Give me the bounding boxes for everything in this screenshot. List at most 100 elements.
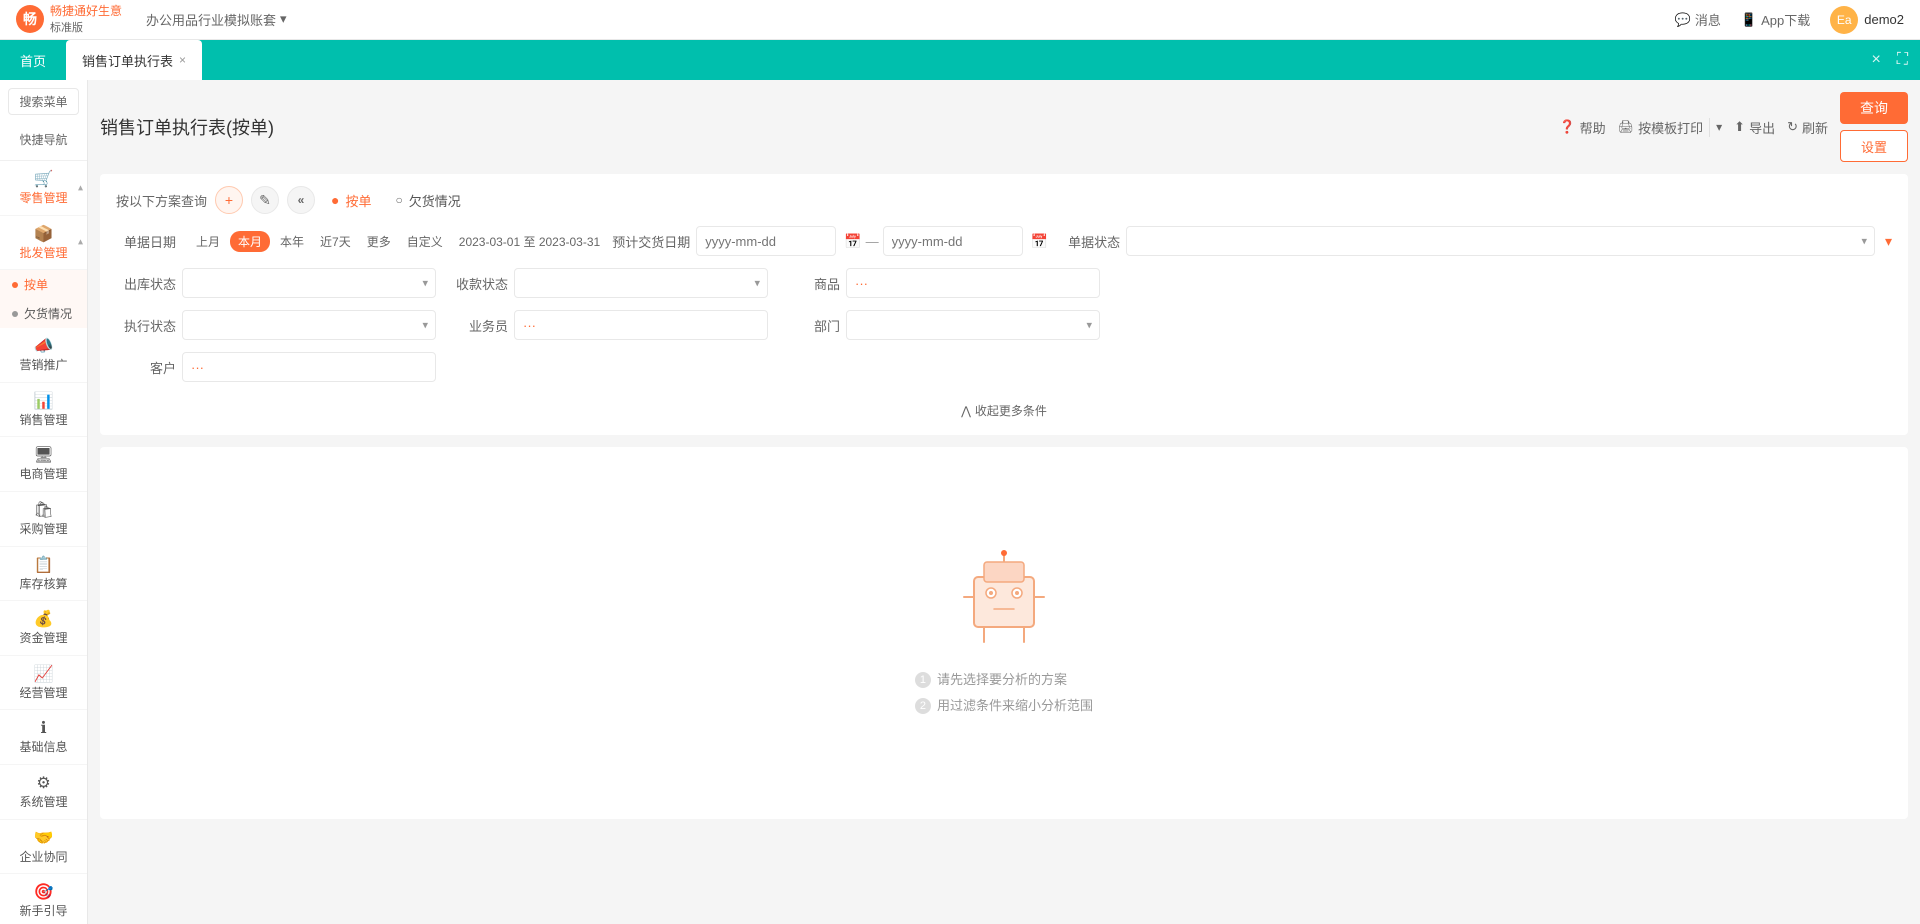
receive-status-label: 收款状态	[448, 274, 508, 293]
logo-area: 畅 畅捷通好生意 标准版	[16, 4, 122, 34]
customer-dots[interactable]: ···	[191, 360, 204, 375]
tab-home[interactable]: 首页	[0, 51, 66, 70]
close-window-btn[interactable]: ×	[1867, 47, 1884, 73]
quick-date-7days[interactable]: 近7天	[314, 231, 357, 252]
top-header: 畅 畅捷通好生意 标准版 办公用品行业模拟账套 ▾ 💬 消息 📱 App下载 E…	[0, 0, 1920, 40]
print-dropdown-btn[interactable]: ▾	[1710, 120, 1722, 134]
collapse-btn[interactable]: ⋀ 收起更多条件	[961, 402, 1047, 419]
sub-dot-owe	[12, 311, 18, 317]
sidebar-item-inventory[interactable]: 📋 库存核算	[0, 547, 87, 602]
inventory-icon: 📋	[34, 555, 54, 575]
quick-date-thismonth[interactable]: 本月	[230, 231, 270, 252]
scheme-item-owe[interactable]: ○ 欠货情况	[388, 187, 469, 214]
export-btn[interactable]: ⬆ 导出	[1734, 118, 1775, 137]
status-dropdown-icon: ▾	[1885, 233, 1892, 250]
quick-date-more[interactable]: 更多	[361, 231, 397, 252]
sidebar-item-guide[interactable]: 🎯 新手引导	[0, 874, 87, 924]
filter-row-2: 出库状态 收款状态 商品	[116, 268, 1892, 298]
empty-state: 1 请先选择要分析的方案 2 用过滤条件来缩小分析范围	[120, 467, 1888, 799]
app-download-btn[interactable]: 📱 App下载	[1741, 10, 1810, 29]
sidebar-item-system[interactable]: ⚙ 系统管理	[0, 765, 87, 820]
date-range-text: 2023-03-01 至 2023-03-31	[459, 233, 600, 250]
collab-icon: 🤝	[34, 828, 54, 848]
user-area[interactable]: Ea demo2	[1830, 6, 1904, 34]
sidebar-item-basic[interactable]: ℹ 基础信息	[0, 710, 87, 765]
print-btn[interactable]: 🖨 按模板打印	[1618, 118, 1711, 137]
dept-label: 部门	[780, 316, 840, 335]
refresh-icon: ↻	[1787, 119, 1798, 135]
receive-status-select[interactable]	[514, 268, 768, 298]
system-icon: ⚙	[36, 773, 50, 793]
out-status-select-wrap	[182, 268, 436, 298]
refresh-btn[interactable]: ↻ 刷新	[1787, 118, 1828, 137]
user-name: demo2	[1864, 12, 1904, 27]
expected-date-start[interactable]	[696, 226, 836, 256]
goods-filter: 商品 ···	[780, 268, 1100, 298]
salesman-dots[interactable]: ···	[523, 318, 536, 333]
quick-date-lastmonth[interactable]: 上月	[190, 231, 226, 252]
sidebar-item-wholesale[interactable]: 📦 批发管理 ▴	[0, 216, 87, 271]
exec-status-select[interactable]	[182, 310, 436, 340]
quick-date-custom[interactable]: 自定义	[401, 231, 449, 252]
filter-panel: 按以下方案查询 + ✎ « ● 按单 ○ 欠货情况 单据日期	[100, 174, 1908, 435]
message-btn[interactable]: 💬 消息	[1675, 10, 1721, 29]
help-btn[interactable]: ❓ 帮助	[1559, 118, 1605, 137]
sidebar-item-retail[interactable]: 🛒 零售管理 ▴	[0, 161, 87, 216]
quick-nav-label[interactable]: 快捷导航	[8, 127, 79, 152]
tab-sales-order[interactable]: 销售订单执行表 ×	[66, 40, 202, 80]
out-status-label: 出库状态	[116, 274, 176, 293]
search-menu-btn[interactable]: 搜索菜单	[8, 88, 79, 115]
basic-icon: ℹ	[40, 718, 46, 738]
logo-icon: 畅	[16, 5, 44, 33]
sub-item-owe[interactable]: 欠货情况	[0, 299, 87, 328]
receive-status-filter: 收款状态	[448, 268, 768, 298]
sidebar-item-ops[interactable]: 📈 经营管理	[0, 656, 87, 711]
fullscreen-btn[interactable]: ⛶	[1893, 47, 1912, 73]
settings-btn[interactable]: 设置	[1840, 130, 1908, 162]
purchase-icon: 🛍	[33, 500, 53, 520]
exec-status-label: 执行状态	[116, 316, 176, 335]
logo-sub: 标准版	[50, 19, 122, 35]
collapse-bar: ⋀ 收起更多条件	[116, 394, 1892, 423]
out-status-select[interactable]	[182, 268, 436, 298]
tab-bar: 首页 销售订单执行表 × × ⛶	[0, 40, 1920, 80]
query-btn[interactable]: 查询	[1840, 92, 1908, 124]
dept-select[interactable]	[846, 310, 1100, 340]
add-scheme-btn[interactable]: +	[215, 186, 243, 214]
status-label: 单据状态	[1060, 232, 1120, 251]
sidebar-item-ecom[interactable]: 🖥 电商管理	[0, 437, 87, 492]
tab-close-btn[interactable]: ×	[179, 53, 186, 67]
quick-date-thisyear[interactable]: 本年	[274, 231, 310, 252]
page-actions: ❓ 帮助 🖨 按模板打印 ▾ ⬆ 导出 ↻ 刷新	[1559, 92, 1908, 162]
dept-filter: 部门	[780, 310, 1100, 340]
sidebar-item-collab[interactable]: 🤝 企业协同	[0, 820, 87, 875]
print-icon: 🖨	[1618, 119, 1635, 135]
sub-dot-press	[12, 282, 18, 288]
sub-item-press[interactable]: 按单	[0, 270, 87, 299]
collapse-scheme-btn[interactable]: «	[287, 186, 315, 214]
edit-scheme-btn[interactable]: ✎	[251, 186, 279, 214]
page-title: 销售订单执行表(按单)	[100, 114, 274, 140]
goods-label: 商品	[780, 274, 840, 293]
header-left: 畅 畅捷通好生意 标准版 办公用品行业模拟账套 ▾	[16, 4, 287, 34]
breadcrumb[interactable]: 办公用品行业模拟账套 ▾	[146, 10, 287, 29]
goods-dots[interactable]: ···	[855, 276, 868, 291]
expected-date-end[interactable]	[883, 226, 1023, 256]
tab-bar-right: × ⛶	[1867, 47, 1920, 73]
sidebar-item-purchase[interactable]: 🛍 采购管理	[0, 492, 87, 547]
sidebar-item-sales[interactable]: 📊 销售管理	[0, 383, 87, 438]
calendar-icon-start: 📅	[844, 233, 861, 250]
sidebar-item-marketing[interactable]: 📣 营销推广	[0, 328, 87, 383]
finance-icon: 💰	[34, 609, 54, 629]
date-label: 单据日期	[116, 232, 176, 251]
scheme-item-press[interactable]: ● 按单	[323, 187, 379, 214]
content-area: 销售订单执行表(按单) ❓ 帮助 🖨 按模板打印 ▾ ⬆ 导出	[88, 80, 1920, 924]
scheme-press-icon: ●	[331, 192, 339, 208]
salesman-label: 业务员	[448, 316, 508, 335]
status-select[interactable]	[1126, 226, 1875, 256]
empty-hints: 1 请先选择要分析的方案 2 用过滤条件来缩小分析范围	[915, 667, 1093, 719]
help-icon: ❓	[1559, 119, 1575, 135]
expand-arrow-wholesale: ▴	[78, 237, 83, 248]
sidebar: 搜索菜单 快捷导航 🛒 零售管理 ▴ 📦 批发管理 ▴ 按单 欠货情况	[0, 80, 88, 924]
sidebar-item-finance[interactable]: 💰 资金管理	[0, 601, 87, 656]
